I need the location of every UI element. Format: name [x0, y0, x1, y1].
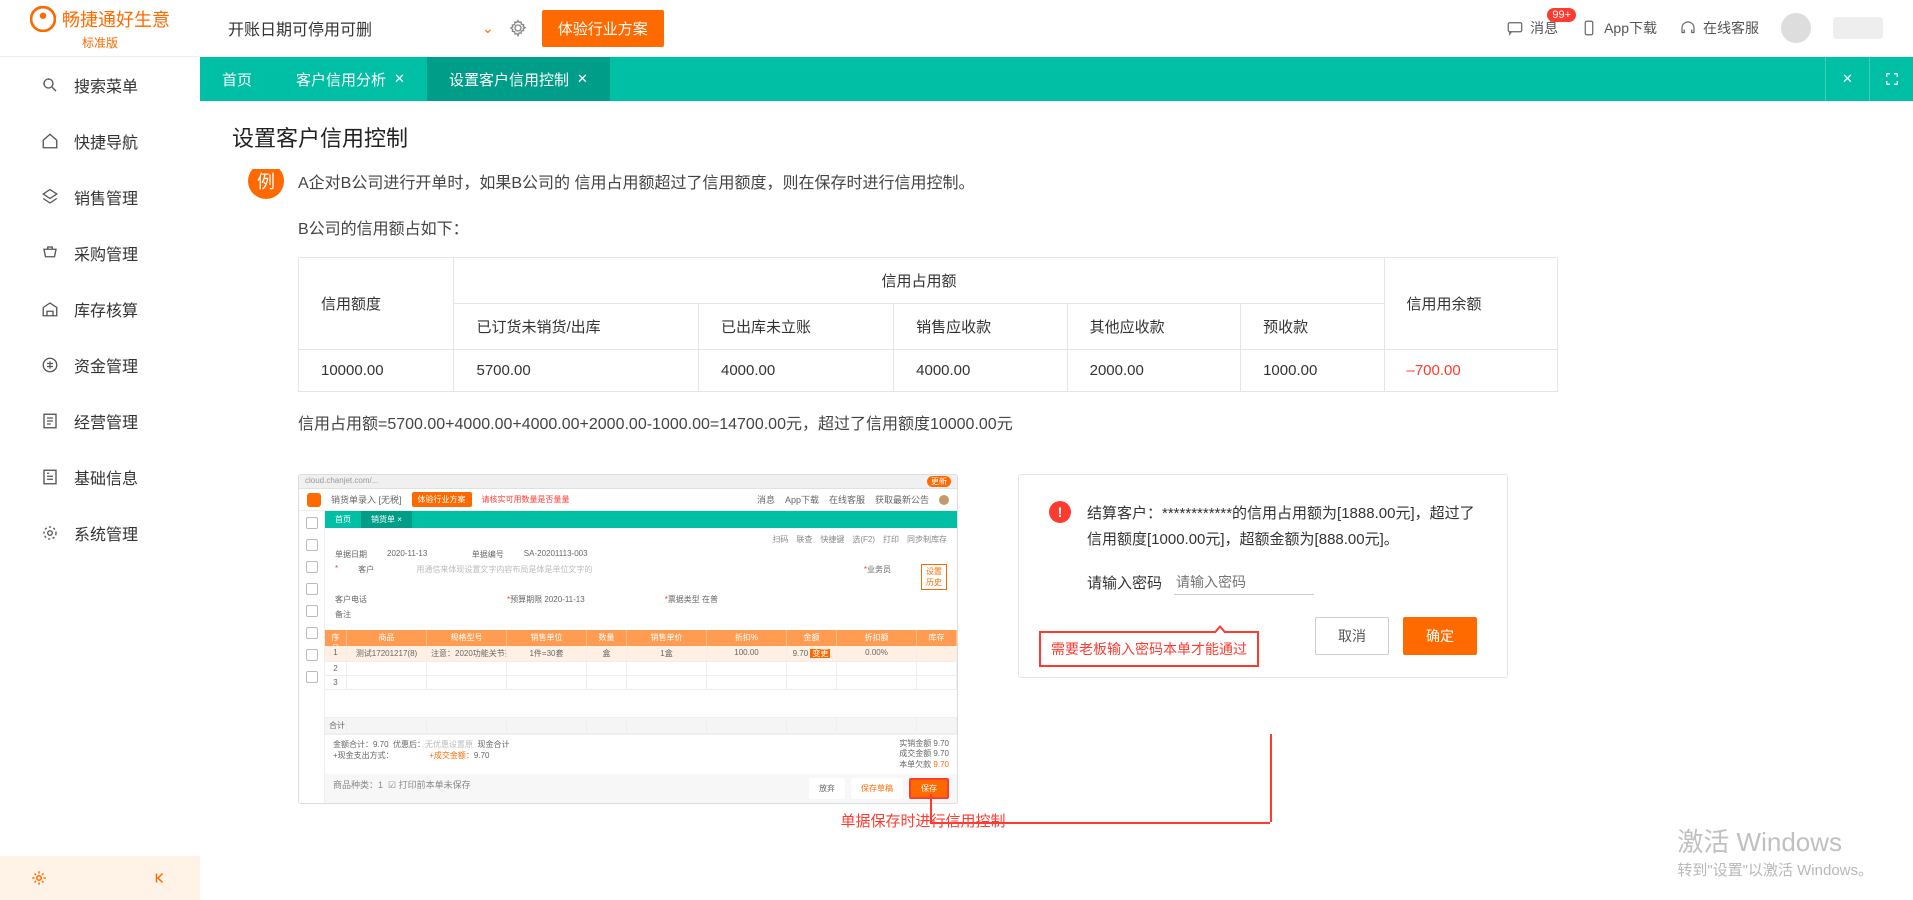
nav-sales-label: 销售管理	[74, 185, 138, 209]
th-quota: 信用额度	[299, 258, 454, 350]
close-icon[interactable]: ✕	[577, 71, 588, 87]
nav-search[interactable]: 搜索菜单	[0, 57, 200, 113]
intro-text-2: B公司的信用额占如下：	[254, 215, 1881, 239]
system-icon	[40, 523, 60, 543]
warehouse-icon	[40, 299, 60, 319]
nav-purchase[interactable]: 采购管理	[0, 225, 200, 281]
example-badge-icon: 例	[248, 169, 284, 199]
cart-icon	[40, 243, 60, 263]
info-icon	[40, 467, 60, 487]
collapse-icon[interactable]	[152, 869, 170, 887]
close-icon[interactable]: ✕	[394, 71, 405, 87]
cancel-button[interactable]: 取消	[1315, 617, 1389, 655]
tab-fullscreen[interactable]	[1869, 57, 1913, 101]
credit-table: 信用额度 信用占用额 信用用余额 已订货未销货/出库 已出库未立账 销售应收款 …	[298, 257, 1558, 392]
password-label: 请输入密码	[1087, 572, 1162, 593]
messages-button[interactable]: 消息 99+	[1506, 18, 1558, 38]
password-input[interactable]	[1174, 570, 1314, 595]
save-draft-button: 保存草稿	[851, 778, 903, 799]
nav-operation-label: 经营管理	[74, 409, 138, 433]
tab-credit-control[interactable]: 设置客户信用控制✕	[427, 57, 610, 101]
content-scroll[interactable]: 例 A企对B公司进行开单时，如果B公司的 信用占用额超过了信用额度，则在保存时进…	[200, 169, 1913, 900]
nav-operation[interactable]: 经营管理	[0, 393, 200, 449]
top-header: 畅捷通好生意 标准版 开账日期可停用可删 ⌄ 体验行业方案 消息 99+ App…	[0, 0, 1913, 57]
user-menu[interactable]	[1833, 17, 1883, 39]
home-icon	[40, 131, 60, 151]
account-label: 开账日期可停用可删	[228, 16, 372, 40]
headset-icon	[1679, 19, 1697, 37]
intro-text-1: A企对B公司进行开单时，如果B公司的 信用占用额超过了信用额度，则在保存时进行信…	[254, 169, 1881, 193]
tab-credit-analysis[interactable]: 客户信用分析✕	[274, 57, 427, 101]
messages-badge: 99+	[1547, 8, 1576, 22]
nav-sales[interactable]: 销售管理	[0, 169, 200, 225]
brand-name: 畅捷通好生意	[62, 6, 170, 32]
discard-button: 放弃	[809, 778, 845, 799]
sales-order-screenshot: cloud.chanjet.com/...更新 销货单录入 [无税] 体验行业方…	[298, 474, 958, 804]
tab-home[interactable]: 首页	[200, 57, 274, 101]
nav-inventory[interactable]: 库存核算	[0, 281, 200, 337]
logo-icon	[307, 493, 321, 507]
account-selector[interactable]: 开账日期可停用可删 ⌄	[228, 16, 494, 40]
credit-warning-dialog: ! 结算客户：************的信用占用额为[1888.00元]，超过了…	[1018, 474, 1508, 678]
nav-funds[interactable]: 资金管理	[0, 337, 200, 393]
money-icon	[40, 355, 60, 375]
download-button[interactable]: App下载	[1580, 18, 1657, 38]
message-icon	[1506, 19, 1524, 37]
gear-icon	[509, 19, 527, 37]
nav-quick[interactable]: 快捷导航	[0, 113, 200, 169]
illustration-caption: 单据保存时进行信用控制	[298, 810, 1548, 831]
page-title: 设置客户信用控制	[200, 101, 1913, 169]
avatar[interactable]	[1781, 13, 1811, 43]
download-label: App下载	[1604, 18, 1657, 38]
tag-icon	[40, 187, 60, 207]
brand-edition: 标准版	[82, 34, 118, 51]
nav-system[interactable]: 系统管理	[0, 505, 200, 561]
gear-icon[interactable]	[30, 869, 48, 887]
th-c4: 其他应收款	[1067, 304, 1240, 350]
warning-icon: !	[1049, 501, 1071, 523]
chevron-down-icon: ⌄	[482, 20, 494, 37]
th-c2: 已出库未立账	[699, 304, 894, 350]
th-c1: 已订货未销货/出库	[454, 304, 699, 350]
report-icon	[40, 411, 60, 431]
save-button: 保存	[909, 778, 949, 799]
illustration-row: cloud.chanjet.com/...更新 销货单录入 [无税] 体验行业方…	[298, 474, 1881, 804]
nav-search-label: 搜索菜单	[74, 73, 138, 97]
th-c3: 销售应收款	[894, 304, 1067, 350]
logo-block: 畅捷通好生意 标准版	[0, 6, 200, 51]
logo-icon	[30, 6, 56, 32]
callout-annotation: 需要老板输入密码本单才能通过	[1039, 631, 1259, 667]
search-icon	[40, 75, 60, 95]
main-area: 首页 客户信用分析✕ 设置客户信用控制✕ ✕ 设置客户信用控制 例 A企对B公司…	[200, 57, 1913, 900]
header-mid: 开账日期可停用可删 ⌄ 体验行业方案	[200, 10, 664, 47]
tab-bar: 首页 客户信用分析✕ 设置客户信用控制✕ ✕	[200, 57, 1913, 101]
header-right: 消息 99+ App下载 在线客服	[1506, 13, 1913, 43]
th-occupy: 信用占用额	[454, 258, 1384, 304]
tab-close-all[interactable]: ✕	[1825, 57, 1869, 101]
dialog-message: 结算客户：************的信用占用额为[1888.00元]，超过了信用…	[1087, 501, 1477, 552]
settings-button[interactable]	[508, 18, 528, 38]
nav-system-label: 系统管理	[74, 521, 138, 545]
nav-purchase-label: 采购管理	[74, 241, 138, 265]
service-label: 在线客服	[1703, 18, 1759, 38]
left-nav: 搜索菜单 快捷导航 销售管理 采购管理 库存核算 资金管理 经营管理 基础信息 …	[0, 57, 200, 900]
service-button[interactable]: 在线客服	[1679, 18, 1759, 38]
ok-button[interactable]: 确定	[1403, 617, 1477, 655]
nav-inventory-label: 库存核算	[74, 297, 138, 321]
th-balance: 信用用余额	[1384, 258, 1558, 350]
experience-button[interactable]: 体验行业方案	[542, 10, 664, 47]
formula-text: 信用占用额=5700.00+4000.00+4000.00+2000.00-10…	[298, 410, 1881, 434]
th-c5: 预收款	[1241, 304, 1384, 350]
nav-funds-label: 资金管理	[74, 353, 138, 377]
nav-base-label: 基础信息	[74, 465, 138, 489]
table-row: 10000.00 5700.00 4000.00 4000.00 2000.00…	[299, 350, 1558, 392]
download-icon	[1580, 19, 1598, 37]
nav-quick-label: 快捷导航	[74, 129, 138, 153]
nav-base[interactable]: 基础信息	[0, 449, 200, 505]
nav-footer	[0, 856, 200, 900]
